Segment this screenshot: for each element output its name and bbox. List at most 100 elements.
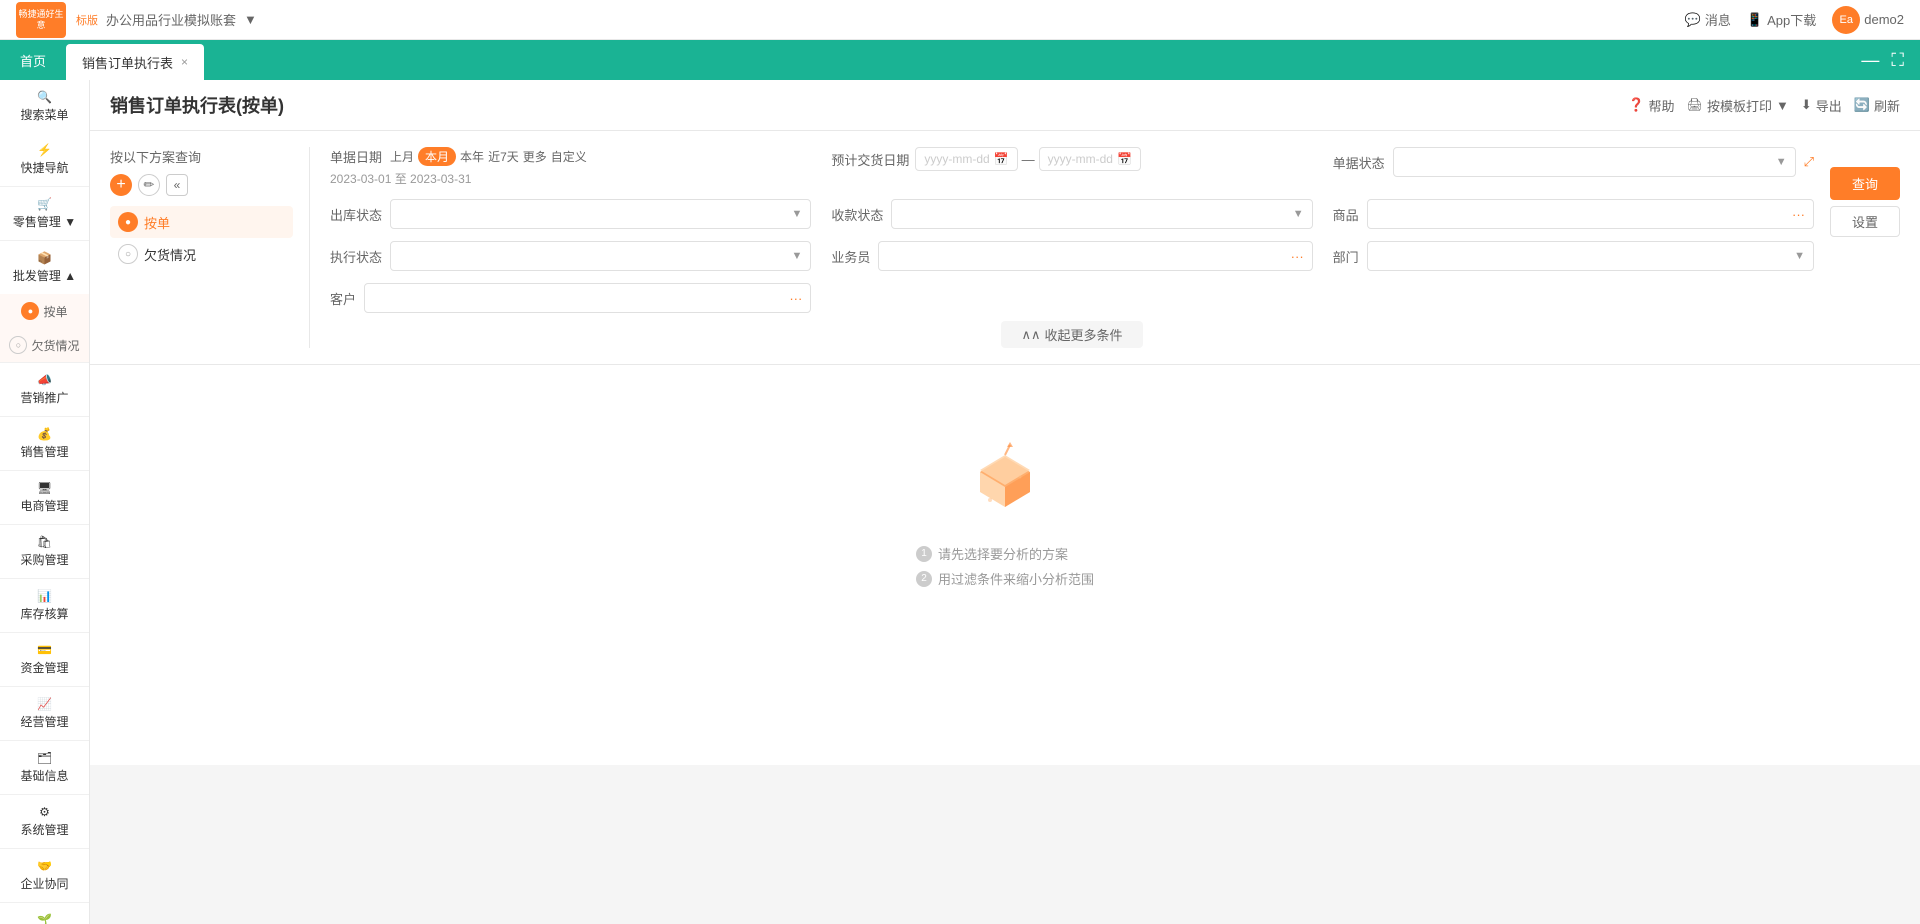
add-plan-btn[interactable]: + — [110, 174, 132, 196]
calendar-start-icon: 📅 — [994, 152, 1009, 166]
sidebar-ecommerce: 🖥 电商管理 — [0, 471, 89, 525]
print-icon: 🖨 — [1686, 97, 1703, 113]
minimize-icon[interactable]: — — [1861, 50, 1879, 71]
date-tag-自定义[interactable]: 自定义 — [551, 148, 587, 165]
date-tag-更多[interactable]: 更多 — [523, 148, 547, 165]
out-status-dropdown[interactable]: ▼ — [390, 199, 811, 229]
sidebar-item-purchase[interactable]: 🛍 采购管理 — [0, 525, 89, 578]
tip2-text: 用过滤条件来缩小分析范围 — [938, 569, 1094, 588]
goods-input[interactable]: ··· — [1367, 199, 1814, 229]
refresh-btn[interactable]: 🔄 刷新 — [1854, 96, 1900, 115]
plan-item-欠货[interactable]: ○ 欠货情况 — [110, 238, 293, 270]
customer-input[interactable]: ··· — [364, 283, 811, 313]
sidebar-search-label: 搜索菜单 — [20, 106, 68, 123]
avatar-text: Ea — [1840, 14, 1853, 26]
tab-active[interactable]: 销售订单执行表 × — [66, 44, 204, 80]
sidebar-operation-label: 经营管理 — [20, 713, 68, 730]
goods-dots: ··· — [1792, 207, 1805, 222]
sidebar-item-inventory[interactable]: 📊 库存核算 — [0, 579, 89, 632]
export-icon: ⬇ — [1801, 97, 1812, 113]
sidebar-enterprise: 🤝 企业协同 — [0, 849, 89, 903]
sidebar-sub-item-按单[interactable]: ● 按单 — [0, 294, 89, 328]
tabbar: 首页 销售订单执行表 × — ⛶ — [0, 40, 1920, 80]
sidebar-retail-label: 零售管理 ▼ — [13, 213, 76, 230]
maximize-icon[interactable]: ⛶ — [1891, 50, 1904, 71]
doc-status-dropdown[interactable]: ▼ — [1393, 147, 1796, 177]
collection-status-label: 收款状态 — [831, 205, 883, 224]
sidebar-sales-label: 销售管理 — [20, 443, 68, 460]
collapse-row: ∧∧ 收起更多条件 — [330, 321, 1814, 348]
sidebar-item-sales[interactable]: 💰 销售管理 — [0, 417, 89, 470]
subtitle: 标版 — [76, 12, 98, 28]
doc-date-label: 单据日期 — [330, 147, 382, 166]
exec-status-chevron: ▼ — [791, 250, 802, 262]
collapse-btn[interactable]: ∧∧ 收起更多条件 — [1001, 321, 1142, 348]
exec-status-label: 执行状态 — [330, 247, 382, 266]
sidebar-item-system[interactable]: ⚙ 系统管理 — [0, 795, 89, 848]
date-tag-本年[interactable]: 本年 — [460, 148, 484, 165]
expected-date-end[interactable]: yyyy-mm-dd 📅 — [1039, 147, 1141, 171]
filter-item-salesperson: 业务员 ··· — [831, 241, 1312, 271]
quick-nav-icon: ⚡ — [37, 143, 52, 157]
plan-item-按单[interactable]: ● 按单 — [110, 206, 293, 238]
message-label: 消息 — [1705, 10, 1731, 29]
tab-close-icon[interactable]: × — [181, 55, 188, 69]
app-download-nav[interactable]: 📱 App下载 — [1747, 10, 1816, 29]
system-icon: ⚙ — [39, 805, 50, 819]
help-label: 帮助 — [1648, 96, 1674, 115]
sidebar-basic-info: 🗂 基础信息 — [0, 741, 89, 795]
settings-btn[interactable]: 设置 — [1830, 206, 1900, 237]
top-dropdown[interactable]: ▼ — [244, 12, 257, 27]
sidebar-sub-menu: ● 按单 ○ 欠货情况 — [0, 294, 89, 362]
sidebar-system: ⚙ 系统管理 — [0, 795, 89, 849]
empty-tips: 1 请先选择要分析的方案 2 用过滤条件来缩小分析范围 — [916, 544, 1094, 588]
sidebar-search-section: 🔍 搜索菜单 ⚡ 快捷导航 — [0, 80, 89, 187]
page-header: 销售订单执行表(按单) ❓ 帮助 🖨 按模板打印 ▼ ⬇ 导出 🔄 刷新 — [90, 80, 1920, 131]
query-btn[interactable]: 查询 — [1830, 167, 1900, 200]
table-area: 1 请先选择要分析的方案 2 用过滤条件来缩小分析范围 — [90, 365, 1920, 765]
search-icon: 🔍 — [37, 90, 52, 104]
sidebar-quick-nav[interactable]: ⚡ 快捷导航 — [0, 133, 89, 186]
date-tag-上月[interactable]: 上月 — [390, 148, 414, 165]
app-download-label: App下载 — [1767, 10, 1816, 29]
expected-date-inputs: yyyy-mm-dd 📅 — yyyy-mm-dd 📅 — [915, 147, 1312, 171]
salesperson-input[interactable]: ··· — [878, 241, 1312, 271]
sidebar-sub-item-欠货[interactable]: ○ 欠货情况 — [0, 328, 89, 362]
template-print-label: 按模板打印 — [1707, 96, 1772, 115]
date-tag-本月[interactable]: 本月 — [418, 147, 456, 166]
print-dropdown-icon: ▼ — [1776, 98, 1789, 113]
message-icon: 💬 — [1685, 12, 1701, 28]
expected-date-start[interactable]: yyyy-mm-dd 📅 — [915, 147, 1017, 171]
doc-date-label-row: 单据日期 上月 本月 本年 近7天 更多 自定义 — [330, 147, 811, 166]
message-nav[interactable]: 💬 消息 — [1685, 10, 1731, 29]
export-btn[interactable]: ⬇ 导出 — [1801, 96, 1842, 115]
wholesale-icon: 📦 — [37, 251, 52, 265]
sidebar-item-operation[interactable]: 📈 经营管理 — [0, 687, 89, 740]
app-download-icon: 📱 — [1747, 12, 1763, 28]
collection-status-dropdown[interactable]: ▼ — [891, 199, 1312, 229]
user-nav[interactable]: Ea demo2 — [1832, 6, 1904, 34]
query-actions: 查询 设置 — [1830, 147, 1900, 348]
filter-item-doc-date: 单据日期 上月 本月 本年 近7天 更多 自定义 2023 — [330, 147, 811, 187]
sidebar-item-newbie[interactable]: 🌱 新手引导 — [0, 903, 89, 924]
edit-plan-btn[interactable]: ✏ — [138, 174, 160, 196]
template-print-btn[interactable]: 🖨 按模板打印 ▼ — [1686, 96, 1788, 115]
doc-status-expand-btn[interactable]: ⤢ — [1804, 154, 1814, 170]
sidebar-item-finance[interactable]: 💳 资金管理 — [0, 633, 89, 686]
help-btn[interactable]: ❓ 帮助 — [1628, 96, 1674, 115]
exec-status-dropdown[interactable]: ▼ — [390, 241, 811, 271]
sidebar-item-enterprise[interactable]: 🤝 企业协同 — [0, 849, 89, 902]
collapse-plan-btn[interactable]: « — [166, 174, 188, 196]
sidebar-item-retail[interactable]: 🛒 零售管理 ▼ — [0, 187, 89, 240]
sidebar-item-wholesale[interactable]: 📦 批发管理 ▲ — [0, 241, 89, 294]
department-dropdown[interactable]: ▼ — [1367, 241, 1814, 271]
sidebar-search[interactable]: 🔍 搜索菜单 — [0, 80, 89, 133]
sidebar-item-ecommerce[interactable]: 🖥 电商管理 — [0, 471, 89, 524]
content: 销售订单执行表(按单) ❓ 帮助 🖨 按模板打印 ▼ ⬇ 导出 🔄 刷新 — [90, 80, 1920, 924]
sidebar-item-basic-info[interactable]: 🗂 基础信息 — [0, 741, 89, 794]
date-tag-近7天[interactable]: 近7天 — [488, 148, 519, 165]
sidebar-ecommerce-label: 电商管理 — [20, 497, 68, 514]
tab-home[interactable]: 首页 — [0, 40, 66, 80]
sidebar-item-marketing[interactable]: 📣 营销推广 — [0, 363, 89, 416]
filter-row-3: 执行状态 ▼ 业务员 ··· — [330, 241, 1814, 271]
